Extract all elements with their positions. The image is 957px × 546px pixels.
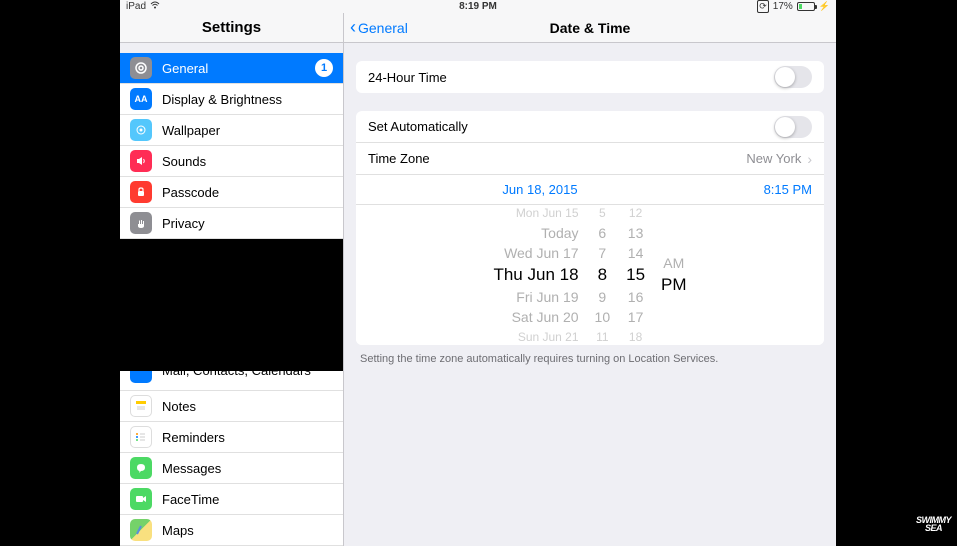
- hand-icon: [130, 212, 152, 234]
- notes-icon: [130, 395, 152, 417]
- sidebar-item-passcode[interactable]: Passcode: [120, 177, 343, 208]
- row-set-automatically[interactable]: Set Automatically: [356, 111, 824, 143]
- wallpaper-icon: [130, 119, 152, 141]
- row-time-zone[interactable]: Time Zone New York ›: [356, 143, 824, 175]
- sidebar-item-label: Privacy: [162, 216, 205, 231]
- toggle-24h[interactable]: [774, 66, 812, 88]
- sidebar-item-label: Maps: [162, 523, 194, 538]
- lock-icon: [130, 181, 152, 203]
- sidebar-item-sounds[interactable]: Sounds: [120, 146, 343, 177]
- watermark: SWIMMY SEA: [916, 516, 951, 532]
- row-24-hour-time[interactable]: 24-Hour Time: [356, 61, 824, 93]
- ipad-screen: iPad 8:19 PM ⟳ 17% ⚡ Settings General 1: [120, 0, 836, 538]
- status-bar: iPad 8:19 PM ⟳ 17% ⚡: [120, 0, 836, 13]
- sidebar-item-label: Messages: [162, 461, 221, 476]
- sidebar-item-mail[interactable]: Mail, Contacts, Calendars: [120, 371, 343, 391]
- sidebar-item-maps[interactable]: Maps: [120, 515, 343, 546]
- sidebar-item-label: Display & Brightness: [162, 92, 282, 107]
- chevron-left-icon: ‹: [350, 17, 356, 38]
- black-overlay: [120, 239, 343, 371]
- back-label: General: [358, 20, 408, 36]
- mail-icon: [130, 371, 152, 383]
- back-button[interactable]: ‹ General: [344, 17, 408, 38]
- sidebar-item-display[interactable]: AA Display & Brightness: [120, 84, 343, 115]
- sidebar-item-label: Wallpaper: [162, 123, 220, 138]
- badge: 1: [315, 59, 333, 77]
- row-label: Set Automatically: [368, 119, 468, 134]
- row-label: Time Zone: [368, 151, 430, 166]
- bubble-icon: [130, 457, 152, 479]
- sidebar-item-label: FaceTime: [162, 492, 219, 507]
- sidebar-title: Settings: [120, 13, 343, 43]
- sidebar-item-label: Notes: [162, 399, 196, 414]
- sidebar-item-label: Reminders: [162, 430, 225, 445]
- sidebar-item-facetime[interactable]: FaceTime: [120, 484, 343, 515]
- page-title: Date & Time: [344, 20, 836, 36]
- sidebar-item-reminders[interactable]: Reminders: [120, 422, 343, 453]
- selected-time: 8:15 PM: [724, 182, 824, 197]
- picker-date-column[interactable]: Mon Jun 15 Today Wed Jun 17 Thu Jun 18 F…: [485, 203, 586, 345]
- sidebar-item-general[interactable]: General 1: [120, 53, 343, 84]
- gear-icon: [130, 57, 152, 79]
- detail-header: ‹ General Date & Time: [344, 13, 836, 43]
- row-label: 24-Hour Time: [368, 70, 447, 85]
- picker-hour-column[interactable]: 5 6 7 8 9 10 11: [587, 203, 619, 345]
- toggle-auto[interactable]: [774, 116, 812, 138]
- footnote: Setting the time zone automatically requ…: [344, 345, 836, 373]
- detail-pane: ‹ General Date & Time 24-Hour Time Set A…: [344, 13, 836, 546]
- sidebar-item-label: Passcode: [162, 185, 219, 200]
- text-size-icon: AA: [130, 88, 152, 110]
- sidebar-item-privacy[interactable]: Privacy: [120, 208, 343, 239]
- speaker-icon: [130, 150, 152, 172]
- sidebar-item-messages[interactable]: Messages: [120, 453, 343, 484]
- settings-sidebar: Settings General 1 AA Display & Brightne…: [120, 13, 344, 546]
- video-icon: [130, 488, 152, 510]
- reminders-icon: [130, 426, 152, 448]
- chevron-right-icon: ›: [807, 151, 812, 167]
- date-time-picker[interactable]: Mon Jun 15 Today Wed Jun 17 Thu Jun 18 F…: [356, 205, 824, 345]
- picker-minute-column[interactable]: 12 13 14 15 16 17 18: [618, 203, 653, 345]
- sidebar-item-label: Sounds: [162, 154, 206, 169]
- picker-ampm-column[interactable]: AM PM: [653, 253, 695, 297]
- sidebar-item-notes[interactable]: Notes: [120, 391, 343, 422]
- sidebar-item-label: Mail, Contacts, Calendars: [162, 371, 311, 378]
- battery-icon: [797, 2, 815, 11]
- sidebar-item-label: General: [162, 61, 208, 76]
- sidebar-item-wallpaper[interactable]: Wallpaper: [120, 115, 343, 146]
- row-value: New York: [746, 151, 801, 166]
- status-time: 8:19 PM: [120, 1, 836, 12]
- selected-date: Jun 18, 2015: [356, 182, 724, 197]
- row-date-time[interactable]: Jun 18, 2015 8:15 PM: [356, 175, 824, 205]
